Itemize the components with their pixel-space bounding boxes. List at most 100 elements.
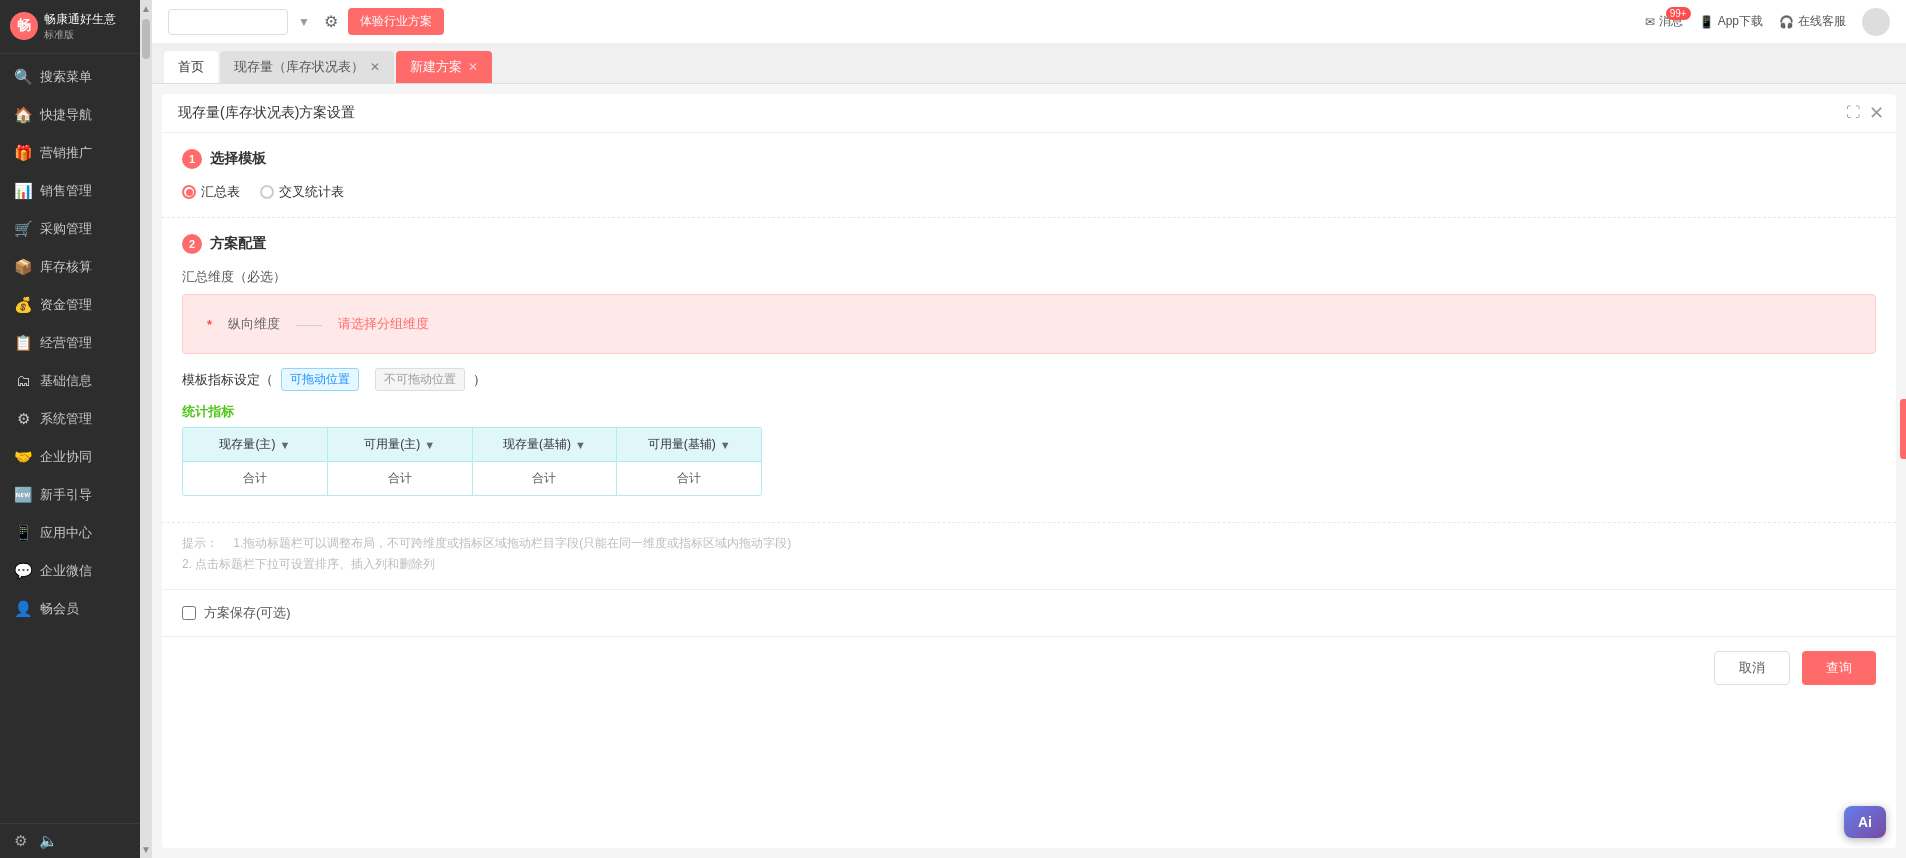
tab-inventory-status[interactable]: 现存量（库存状况表）✕ (220, 51, 394, 83)
topbar-right: ✉ 消息 99+ 📱 App下载 🎧 在线客服 (1645, 8, 1890, 36)
enterprise-icon: 🤝 (14, 448, 32, 466)
marketing-icon: 🎁 (14, 144, 32, 162)
stats-col-header-3[interactable]: 可用量(基辅) ▼ (617, 428, 761, 462)
sidebar-item-shortcut[interactable]: 🏠快捷导航 (0, 96, 140, 134)
sidebar-nav: 🔍 搜索菜单 🏠快捷导航🎁营销推广📊销售管理🛒采购管理 📦 库存核算 💰资金管理📋经营管理… (0, 54, 140, 823)
section2-num: 2 (182, 234, 202, 254)
sidebar-label-apps: 应用中心 (40, 524, 92, 542)
ai-button[interactable]: Ai (1844, 806, 1886, 838)
panel-title: 现存量(库存状况表)方案设置 (178, 104, 355, 122)
sidebar-item-marketing[interactable]: 🎁营销推广 (0, 134, 140, 172)
required-mark: * (207, 317, 212, 332)
tab-home[interactable]: 首页 (164, 51, 218, 83)
tab-close-inventory-status[interactable]: ✕ (370, 60, 380, 74)
col-dropdown-3[interactable]: ▼ (720, 439, 731, 451)
scroll-thumb[interactable] (142, 19, 150, 59)
sidebar-item-finance[interactable]: 💰资金管理 (0, 286, 140, 324)
radio-summary-circle (182, 185, 196, 199)
stats-col-1: 可用量(主) ▼合计 (328, 428, 473, 495)
operation-icon: 📋 (14, 334, 32, 352)
topbar-search[interactable] (168, 9, 288, 35)
stats-col-cell-2: 合计 (473, 462, 617, 495)
cancel-button[interactable]: 取消 (1714, 651, 1790, 685)
topbar-customer-service[interactable]: 🎧 在线客服 (1779, 13, 1846, 30)
sidebar-label-search: 搜索菜单 (40, 68, 92, 86)
topbar-message[interactable]: ✉ 消息 99+ (1645, 13, 1683, 30)
section2-label: 方案配置 (210, 235, 266, 253)
basic-icon: 🗂 (14, 372, 32, 389)
tab-label-home: 首页 (178, 58, 204, 76)
stats-col-header-1[interactable]: 可用量(主) ▼ (328, 428, 472, 462)
topbar-dropdown-icon[interactable]: ▼ (298, 15, 310, 29)
user-avatar[interactable] (1862, 8, 1890, 36)
tab-new-plan[interactable]: 新建方案✕ (396, 51, 492, 83)
section1-num: 1 (182, 149, 202, 169)
phone-icon: 📱 (1699, 15, 1714, 29)
sidebar-item-operation[interactable]: 📋经营管理 (0, 324, 140, 362)
sidebar-item-enterprise[interactable]: 🤝企业协同 (0, 438, 140, 476)
indicators-section: 模板指标设定（ 可拖动位置 不可拖动位置 ） 统计指标 现存量(主) ▼合计可用… (182, 368, 1876, 496)
sidebar-label-basic: 基础信息 (40, 372, 92, 390)
save-checkbox[interactable] (182, 606, 196, 620)
sidebar-item-apps[interactable]: 📱应用中心 (0, 514, 140, 552)
topbar-app-download[interactable]: 📱 App下载 (1699, 13, 1763, 30)
radio-summary[interactable]: 汇总表 (182, 183, 240, 201)
topbar-gear-icon[interactable]: ⚙ (324, 12, 338, 31)
sidebar-logo: 畅 畅康通好生意 标准版 (0, 0, 140, 54)
message-icon: ✉ (1645, 15, 1655, 29)
logo-icon: 畅 (10, 12, 38, 40)
scroll-track (140, 17, 152, 841)
radio-cross-label: 交叉统计表 (279, 183, 344, 201)
stats-col-cell-0: 合计 (183, 462, 327, 495)
stats-table: 现存量(主) ▼合计可用量(主) ▼合计现存量(基辅) ▼合计可用量(基辅) ▼… (182, 427, 762, 496)
stats-col-cell-3: 合计 (617, 462, 761, 495)
sidebar-item-system[interactable]: ⚙ 系统管理 (0, 400, 140, 438)
inventory-icon: 📦 (14, 258, 32, 276)
col-dropdown-1[interactable]: ▼ (424, 439, 435, 451)
sidebar-label-wechat: 企业微信 (40, 562, 92, 580)
settings-icon[interactable]: ⚙ (14, 832, 27, 850)
scroll-down[interactable]: ▼ (140, 841, 152, 858)
sidebar-label-system: 系统管理 (40, 410, 92, 428)
sidebar-item-member[interactable]: 👤畅会员 (0, 590, 140, 628)
radio-cross[interactable]: 交叉统计表 (260, 183, 344, 201)
stats-label: 统计指标 (182, 403, 1876, 421)
sidebar-scrollbar[interactable]: ▲ ▼ (140, 0, 152, 858)
sidebar-label-inventory: 库存核算 (40, 258, 92, 276)
search-icon: 🔍 (14, 68, 32, 86)
section1-label: 选择模板 (210, 150, 266, 168)
system-icon: ⚙ (14, 410, 32, 428)
col-dropdown-2[interactable]: ▼ (575, 439, 586, 451)
tab-close-new-plan[interactable]: ✕ (468, 60, 478, 74)
dimension-placeholder[interactable]: 请选择分组维度 (338, 315, 429, 333)
sidebar-item-inventory[interactable]: 📦 库存核算 (0, 248, 140, 286)
sidebar-item-basic[interactable]: 🗂 基础信息 (0, 362, 140, 400)
stats-col-3: 可用量(基辅) ▼合计 (617, 428, 761, 495)
guide-icon: 🆕 (14, 486, 32, 504)
tip1-text: 1.拖动标题栏可以调整布局，不可跨维度或指标区域拖动栏目字段(只能在同一维度或指… (233, 536, 791, 550)
tabbar: 首页现存量（库存状况表）✕新建方案✕ (152, 44, 1906, 84)
stats-col-header-0[interactable]: 现存量(主) ▼ (183, 428, 327, 462)
sidebar-item-purchase[interactable]: 🛒采购管理 (0, 210, 140, 248)
panel-expand-icon[interactable]: ⛶ (1846, 104, 1860, 120)
sidebar-item-guide[interactable]: 🆕新手引导 (0, 476, 140, 514)
query-button[interactable]: 查询 (1802, 651, 1876, 685)
radio-cross-circle (260, 185, 274, 199)
section-template: 1 选择模板 汇总表 交叉统计表 (162, 133, 1896, 218)
experience-btn[interactable]: 体验行业方案 (348, 8, 444, 35)
sidebar-item-sales[interactable]: 📊销售管理 (0, 172, 140, 210)
panel-close-btn[interactable]: ✕ (1869, 102, 1884, 124)
content-area: 现存量(库存状况表)方案设置 ⛶ ✕ 1 选择模板 汇总表 交叉 (152, 84, 1906, 858)
sidebar-item-search[interactable]: 🔍 搜索菜单 (0, 58, 140, 96)
sidebar-label-member: 畅会员 (40, 600, 79, 618)
stats-col-cell-1: 合计 (328, 462, 472, 495)
col-dropdown-0[interactable]: ▼ (279, 439, 290, 451)
scroll-up[interactable]: ▲ (140, 0, 152, 17)
sidebar-label-sales: 销售管理 (40, 182, 92, 200)
stats-col-header-2[interactable]: 现存量(基辅) ▼ (473, 428, 617, 462)
audio-icon[interactable]: 🔈 (39, 832, 58, 850)
sidebar-item-wechat[interactable]: 💬企业微信 (0, 552, 140, 590)
sidebar-label-finance: 资金管理 (40, 296, 92, 314)
stats-header-row: 现存量(主) ▼合计可用量(主) ▼合计现存量(基辅) ▼合计可用量(基辅) ▼… (183, 428, 761, 495)
indicators-label: 模板指标设定（ 可拖动位置 不可拖动位置 ） (182, 368, 1876, 391)
